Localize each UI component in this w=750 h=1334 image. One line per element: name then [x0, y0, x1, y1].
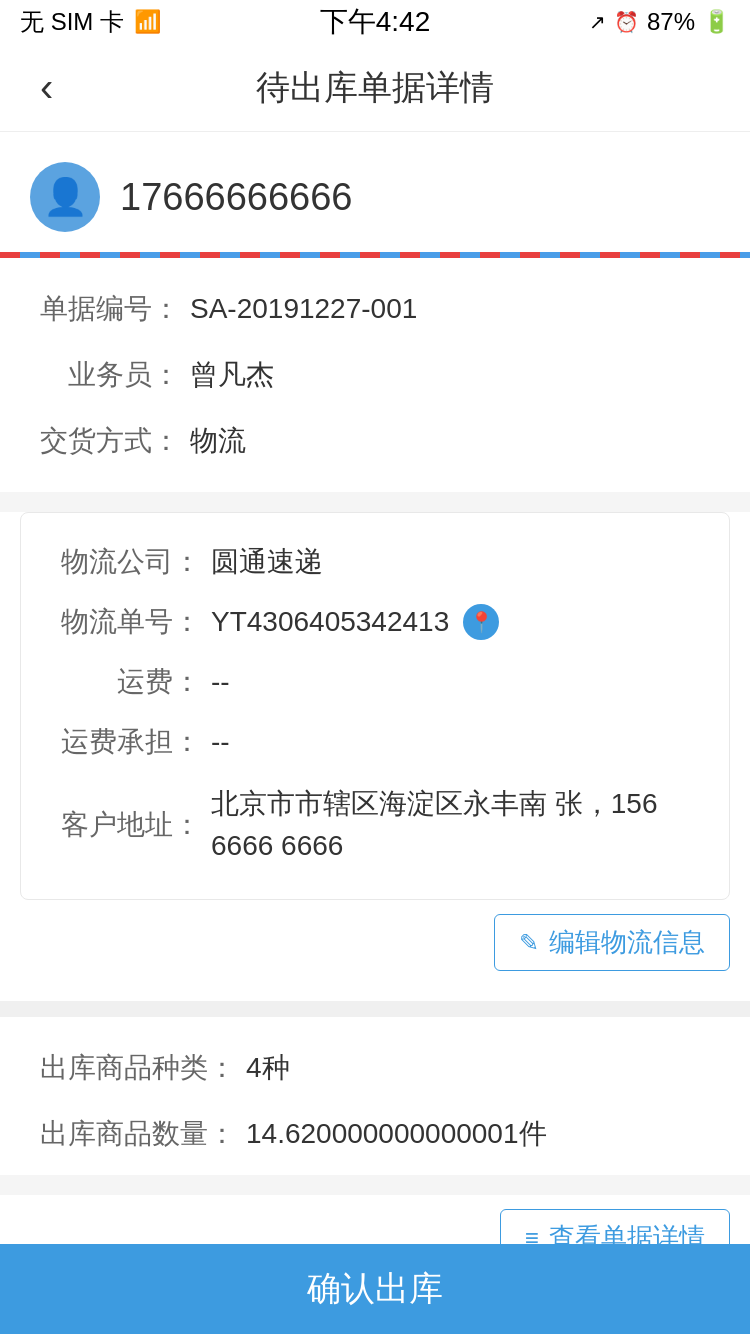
battery-icon: 🔋 [703, 9, 730, 35]
order-info-section: 单据编号： SA-20191227-001 业务员： 曾凡杰 交货方式： 物流 [0, 258, 750, 492]
staff-value: 曾凡杰 [190, 354, 710, 396]
logistics-tracking-label: 物流单号： [51, 603, 201, 641]
product-types-row: 出库商品种类： 4种 [40, 1047, 710, 1089]
status-right: ↗ ⏰ 87% 🔋 [589, 8, 730, 36]
customer-phone: 17666666666 [120, 176, 352, 219]
status-time: 下午4:42 [320, 3, 431, 41]
status-left: 无 SIM 卡 📶 [20, 6, 161, 38]
edit-btn-label: 编辑物流信息 [549, 925, 705, 960]
logistics-tracking-value: YT4306405342413 📍 [211, 604, 699, 640]
wifi-icon: 📶 [134, 9, 161, 35]
logistics-tracking-row: 物流单号： YT4306405342413 📍 [51, 603, 699, 641]
logistics-freight-row: 运费： -- [51, 663, 699, 701]
logistics-freight-bearer-label: 运费承担： [51, 723, 201, 761]
edit-icon: ✎ [519, 929, 539, 957]
staff-row: 业务员： 曾凡杰 [40, 354, 710, 396]
tracking-number: YT4306405342413 [211, 606, 449, 638]
nav-bar: ‹ 待出库单据详情 [0, 44, 750, 132]
delivery-value: 物流 [190, 420, 710, 462]
logistics-company-row: 物流公司： 圆通速递 [51, 543, 699, 581]
products-section: 出库商品种类： 4种 出库商品数量： 14.620000000000001件 [0, 1017, 750, 1175]
logistics-freight-bearer-row: 运费承担： -- [51, 723, 699, 761]
logistics-freight-bearer-value: -- [211, 726, 699, 758]
avatar-icon: 👤 [43, 176, 88, 218]
logistics-freight-label: 运费： [51, 663, 201, 701]
alarm-icon: ⏰ [614, 10, 639, 34]
map-pin-icon[interactable]: 📍 [463, 604, 499, 640]
confirm-outbound-button[interactable]: 确认出库 [0, 1266, 750, 1312]
separator [0, 1001, 750, 1017]
location-status-icon: ↗ [589, 10, 606, 34]
doc-no-value: SA-20191227-001 [190, 288, 710, 330]
staff-label: 业务员： [40, 354, 180, 396]
logistics-address-row: 客户地址： 北京市市辖区海淀区永丰南 张，156 6666 6666 [51, 783, 699, 867]
back-icon: ‹ [40, 65, 53, 109]
product-quantity-value: 14.620000000000001件 [246, 1113, 710, 1155]
logistics-company-value: 圆通速递 [211, 543, 699, 581]
logistics-address-value: 北京市市辖区海淀区永丰南 张，156 6666 6666 [211, 783, 699, 867]
status-bar: 无 SIM 卡 📶 下午4:42 ↗ ⏰ 87% 🔋 [0, 0, 750, 44]
carrier-text: 无 SIM 卡 [20, 6, 124, 38]
avatar: 👤 [30, 162, 100, 232]
logistics-address-label: 客户地址： [51, 806, 201, 844]
product-types-label: 出库商品种类： [40, 1047, 236, 1089]
product-quantity-label: 出库商品数量： [40, 1113, 236, 1155]
edit-logistics-btn-area: ✎ 编辑物流信息 [0, 900, 750, 991]
delivery-row: 交货方式： 物流 [40, 420, 710, 462]
logistics-freight-value: -- [211, 666, 699, 698]
edit-logistics-button[interactable]: ✎ 编辑物流信息 [494, 914, 730, 971]
product-quantity-row: 出库商品数量： 14.620000000000001件 [40, 1113, 710, 1155]
battery-text: 87% [647, 8, 695, 36]
logistics-company-label: 物流公司： [51, 543, 201, 581]
bottom-button-area: 确认出库 [0, 1244, 750, 1334]
back-button[interactable]: ‹ [30, 55, 63, 120]
customer-row: 👤 17666666666 [30, 162, 720, 252]
doc-no-row: 单据编号： SA-20191227-001 [40, 288, 710, 330]
delivery-label: 交货方式： [40, 420, 180, 462]
doc-no-label: 单据编号： [40, 288, 180, 330]
product-types-value: 4种 [246, 1047, 710, 1089]
page-title: 待出库单据详情 [256, 65, 494, 111]
customer-section: 👤 17666666666 [0, 132, 750, 252]
logistics-card: 物流公司： 圆通速递 物流单号： YT4306405342413 📍 运费： -… [20, 512, 730, 900]
